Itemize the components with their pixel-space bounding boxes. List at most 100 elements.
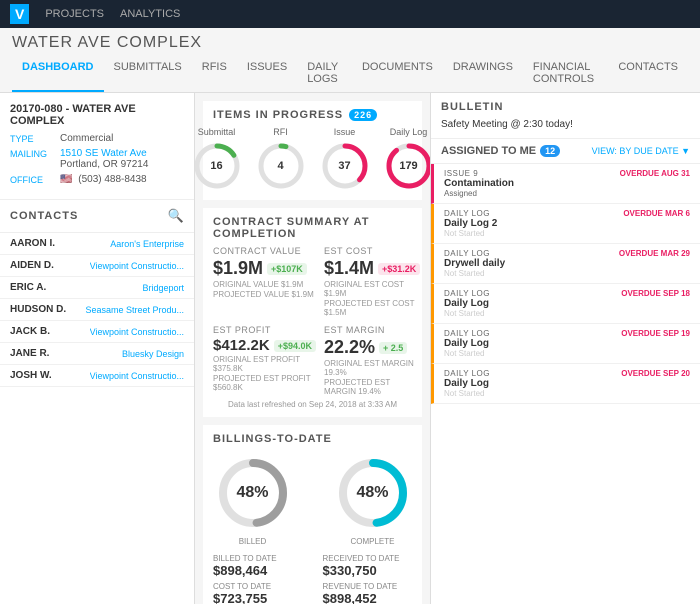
contract-grid: CONTRACT VALUE $1.9M +$107K ORIGINAL VAL…: [213, 246, 412, 396]
overdue-label: OVERDUE AUG 31: [620, 169, 690, 178]
item-type: DAILY LOG: [444, 209, 490, 218]
item-row: DAILY LOG OVERDUE SEP 20: [444, 369, 690, 378]
contact-name: JACK B.: [10, 326, 50, 337]
overdue-label: OVERDUE MAR 6: [623, 209, 690, 218]
mailing-address-line2: Portland, OR 97214: [60, 159, 148, 170]
item-row: DAILY LOG OVERDUE MAR 29: [444, 249, 690, 258]
contact-company: Bluesky Design: [122, 349, 184, 359]
tab-rfis[interactable]: RFIS: [192, 56, 237, 92]
billing-stat-revenue: REVENUE TO DATE $898,452: [323, 582, 413, 604]
est-profit-sub2: PROJECTED EST PROFIT $560.8K: [213, 374, 316, 392]
overdue-label: OVERDUE SEP 20: [621, 369, 690, 378]
list-item[interactable]: HUDSON D. Seasame Street Produ...: [0, 299, 194, 321]
billings-title: BILLINGS-TO-DATE: [213, 433, 412, 445]
progress-item-submittal: Submittal 16: [195, 127, 243, 192]
right-panel: BULLETIN Safety Meeting @ 2:30 today! AS…: [430, 93, 700, 604]
tab-drawings[interactable]: DRAWINGS: [443, 56, 523, 92]
dailylog-donut: 179: [383, 140, 431, 192]
office-label: OFFICE: [10, 175, 60, 185]
est-cost-item: EST COST $1.4M +$31.2K ORIGINAL EST COST…: [324, 246, 420, 317]
contract-summary-title: CONTRACT SUMMARY AT COMPLETION: [213, 216, 412, 240]
assigned-item-drywell[interactable]: DAILY LOG OVERDUE MAR 29 Drywell daily N…: [431, 244, 700, 284]
est-cost-sub1: ORIGINAL EST COST $1.9M: [324, 280, 420, 298]
nav-analytics[interactable]: ANALYTICS: [120, 8, 180, 20]
billed-donut-container: 48% BILLED: [213, 453, 293, 546]
est-cost-delta: +$31.2K: [378, 263, 420, 275]
complete-donut: 48%: [333, 453, 413, 533]
est-margin-label: EST MARGIN: [324, 325, 420, 335]
items-count-badge: 226: [349, 109, 377, 121]
contact-name: AARON I.: [10, 238, 55, 249]
assigned-item-dailylog-sep20[interactable]: DAILY LOG OVERDUE SEP 20 Daily Log Not S…: [431, 364, 700, 404]
tab-contacts[interactable]: CONTACTS: [608, 56, 688, 92]
item-status: Not Started: [444, 229, 690, 238]
assigned-list: ISSUE 9 OVERDUE AUG 31 Contamination Ass…: [431, 164, 700, 604]
page-tabs: DASHBOARD SUBMITTALS RFIS ISSUES DAILY L…: [12, 56, 688, 92]
bulletin-message: Safety Meeting @ 2:30 today!: [441, 119, 690, 130]
list-item[interactable]: AIDEN D. Viewpoint Constructio...: [0, 255, 194, 277]
est-margin-amount: 22.2% + 2.5: [324, 337, 420, 358]
assigned-item-dailylog2[interactable]: DAILY LOG OVERDUE MAR 6 Daily Log 2 Not …: [431, 204, 700, 244]
app-logo: V: [10, 4, 29, 24]
list-item[interactable]: JOSH W. Viewpoint Constructio...: [0, 365, 194, 387]
view-by-button[interactable]: VIEW: BY DUE DATE ▼: [592, 146, 690, 156]
bulletin-section: BULLETIN Safety Meeting @ 2:30 today!: [431, 93, 700, 139]
tab-dashboard[interactable]: DASHBOARD: [12, 56, 104, 92]
revenue-label: REVENUE TO DATE: [323, 582, 413, 591]
contacts-list: AARON I. Aaron's Enterprise AIDEN D. Vie…: [0, 233, 194, 604]
page-header: WATER AVE COMPLEX DASHBOARD SUBMITTALS R…: [0, 28, 700, 93]
est-margin-sub1: ORIGINAL EST MARGIN 19.3%: [324, 359, 420, 377]
list-item[interactable]: AARON I. Aaron's Enterprise: [0, 233, 194, 255]
type-value: Commercial: [60, 133, 113, 144]
mailing-address-line1[interactable]: 1510 SE Water Ave: [60, 148, 147, 159]
search-icon[interactable]: 🔍: [168, 208, 184, 224]
rfi-label: RFI: [273, 127, 288, 137]
contact-name: ERIC A.: [10, 282, 46, 293]
flag-icon: 🇺🇸: [60, 174, 72, 185]
billings-section: BILLINGS-TO-DATE 48% BILLED: [203, 425, 422, 604]
submittal-donut: 16: [195, 140, 243, 192]
assigned-item-dailylog-sep19[interactable]: DAILY LOG OVERDUE SEP 19 Daily Log Not S…: [431, 324, 700, 364]
project-info: 20170-080 - WATER AVE COMPLEX TYPE Comme…: [0, 93, 194, 200]
contact-company: Viewpoint Constructio...: [90, 327, 184, 337]
sidebar: 20170-080 - WATER AVE COMPLEX TYPE Comme…: [0, 93, 195, 604]
contact-company: Bridgeport: [142, 283, 184, 293]
list-item[interactable]: ERIC A. Bridgeport: [0, 277, 194, 299]
item-name: Daily Log: [444, 298, 690, 309]
assigned-count-badge: 12: [540, 145, 560, 157]
bulletin-title: BULLETIN: [441, 101, 690, 113]
est-profit-sub1: ORIGINAL EST PROFIT $375.8K: [213, 355, 316, 373]
item-status: Not Started: [444, 269, 690, 278]
office-phone: 🇺🇸 (503) 488-8438: [60, 174, 147, 185]
billing-stats: BILLED TO DATE $898,464 RECEIVED TO DATE…: [213, 554, 412, 604]
nav-projects[interactable]: PROJECTS: [45, 8, 104, 20]
tab-submittals[interactable]: SUBMITTALS: [104, 56, 192, 92]
billed-donut: 48%: [213, 453, 293, 533]
est-profit-label: EST PROFIT: [213, 325, 316, 335]
est-cost-label: EST COST: [324, 246, 420, 256]
progress-circles: Submittal 16 RFI: [213, 127, 412, 192]
progress-item-dailylog: Daily Log 179: [383, 127, 431, 192]
item-status: Assigned: [444, 189, 690, 198]
items-in-progress: ITEMS IN PROGRESS 226 Submittal 16: [203, 101, 422, 200]
overdue-label: OVERDUE SEP 18: [621, 289, 690, 298]
tab-financial-controls[interactable]: FINANCIAL CONTROLS: [523, 56, 608, 92]
tab-issues[interactable]: ISSUES: [237, 56, 297, 92]
assigned-item-dailylog-sep18[interactable]: DAILY LOG OVERDUE SEP 18 Daily Log Not S…: [431, 284, 700, 324]
contact-company: Aaron's Enterprise: [110, 239, 184, 249]
tab-daily-logs[interactable]: DAILY LOGS: [297, 56, 352, 92]
assigned-title: ASSIGNED TO ME 12: [441, 145, 560, 157]
info-type-row: TYPE Commercial: [10, 133, 184, 144]
contacts-section: CONTACTS 🔍 AARON I. Aaron's Enterprise A…: [0, 200, 194, 604]
cost-to-date-label: COST TO DATE: [213, 582, 303, 591]
assigned-item-issue9[interactable]: ISSUE 9 OVERDUE AUG 31 Contamination Ass…: [431, 164, 700, 204]
overdue-label: OVERDUE MAR 29: [619, 249, 690, 258]
item-name: Drywell daily: [444, 258, 690, 269]
info-office-row: OFFICE 🇺🇸 (503) 488-8438: [10, 174, 184, 185]
list-item[interactable]: JANE R. Bluesky Design: [0, 343, 194, 365]
tab-documents[interactable]: DOCUMENTS: [352, 56, 443, 92]
complete-pct: 48%: [356, 484, 388, 502]
list-item[interactable]: JACK B. Viewpoint Constructio...: [0, 321, 194, 343]
mailing-label: MAILING: [10, 149, 60, 170]
main-content: 20170-080 - WATER AVE COMPLEX TYPE Comme…: [0, 93, 700, 604]
